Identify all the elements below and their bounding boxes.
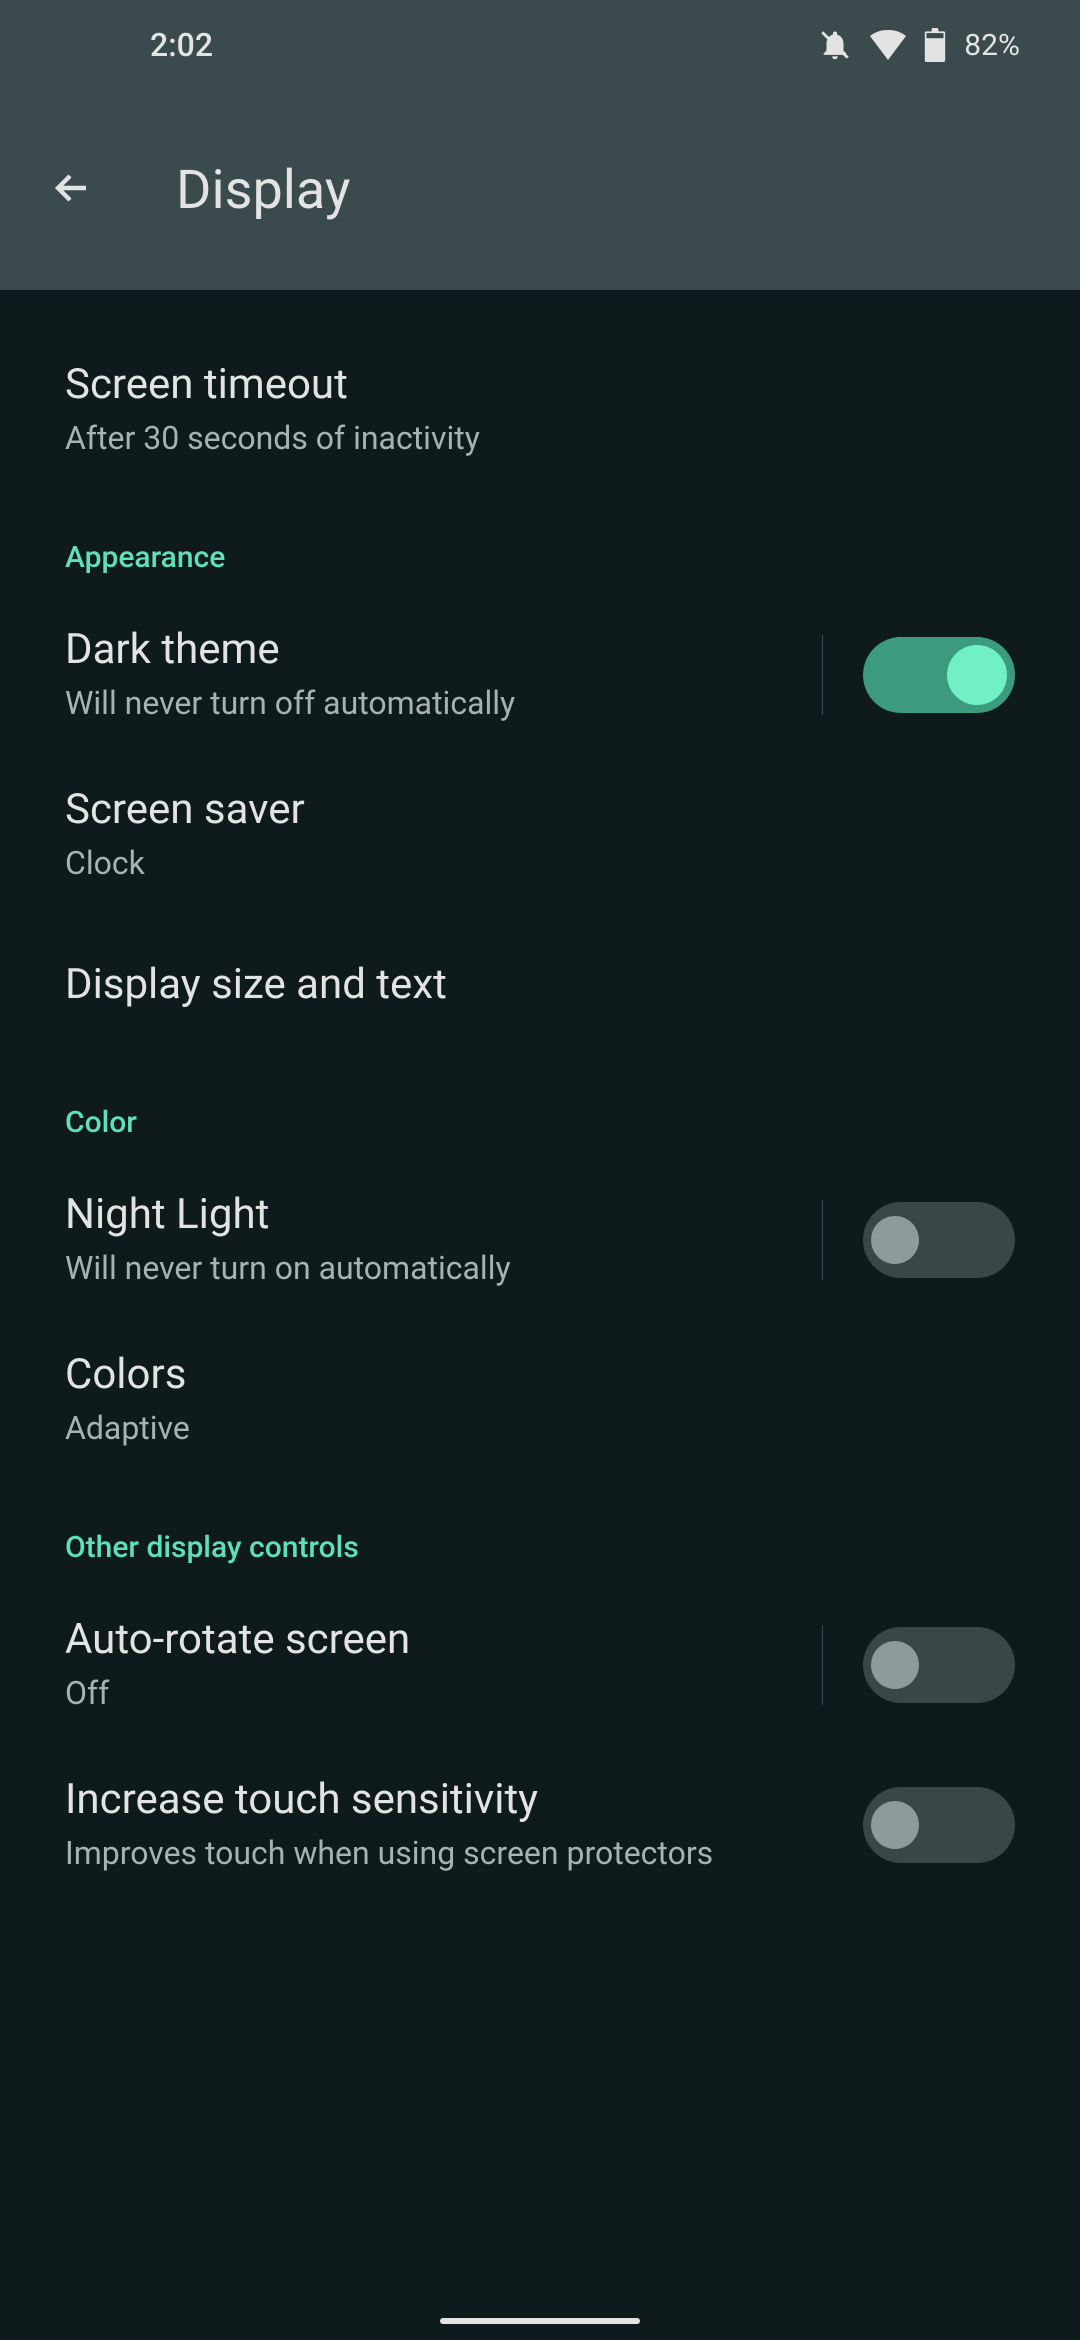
row-title: Increase touch sensitivity [65,1775,823,1825]
row-subtitle: Improves touch when using screen protect… [65,1833,823,1875]
row-dark-theme[interactable]: Dark theme Will never turn off automatic… [0,595,1080,755]
section-other: Other display controls [0,1480,1080,1585]
back-icon[interactable] [48,164,96,216]
battery-percent: 82% [964,28,1020,63]
section-color: Color [0,1055,1080,1160]
header-bar: Display [0,90,1080,290]
row-title: Auto-rotate screen [65,1615,822,1665]
dnd-off-icon [818,28,852,62]
status-icons: 82% [818,28,1020,63]
row-title: Night Light [65,1190,822,1240]
touch-sensitivity-toggle[interactable] [863,1787,1015,1863]
auto-rotate-toggle[interactable] [863,1627,1015,1703]
nav-handle[interactable] [440,2318,640,2324]
dark-theme-toggle[interactable] [863,637,1015,713]
battery-icon [924,28,946,62]
content-list[interactable]: Screen timeout After 30 seconds of inact… [0,290,1080,1905]
row-colors[interactable]: Colors Adaptive [0,1320,1080,1480]
row-night-light[interactable]: Night Light Will never turn on automatic… [0,1160,1080,1320]
row-title: Display size and text [65,960,1015,1010]
row-title: Dark theme [65,625,822,675]
row-screen-timeout[interactable]: Screen timeout After 30 seconds of inact… [0,330,1080,490]
status-time: 2:02 [150,26,213,64]
row-auto-rotate[interactable]: Auto-rotate screen Off [0,1585,1080,1745]
row-touch-sensitivity[interactable]: Increase touch sensitivity Improves touc… [0,1745,1080,1905]
row-subtitle: Will never turn off automatically [65,683,822,725]
page-title: Display [176,159,350,222]
row-display-size[interactable]: Display size and text [0,915,1080,1055]
night-light-toggle[interactable] [863,1202,1015,1278]
row-title: Screen saver [65,785,1015,835]
status-bar: 2:02 82% [0,0,1080,90]
row-title: Screen timeout [65,360,1015,410]
section-appearance: Appearance [0,490,1080,595]
row-screen-saver[interactable]: Screen saver Clock [0,755,1080,915]
row-subtitle: Adaptive [65,1408,1015,1450]
row-subtitle: Off [65,1673,822,1715]
wifi-icon [870,30,906,60]
row-subtitle: Clock [65,843,1015,885]
row-subtitle: Will never turn on automatically [65,1248,822,1290]
row-title: Colors [65,1350,1015,1400]
row-subtitle: After 30 seconds of inactivity [65,418,1015,460]
